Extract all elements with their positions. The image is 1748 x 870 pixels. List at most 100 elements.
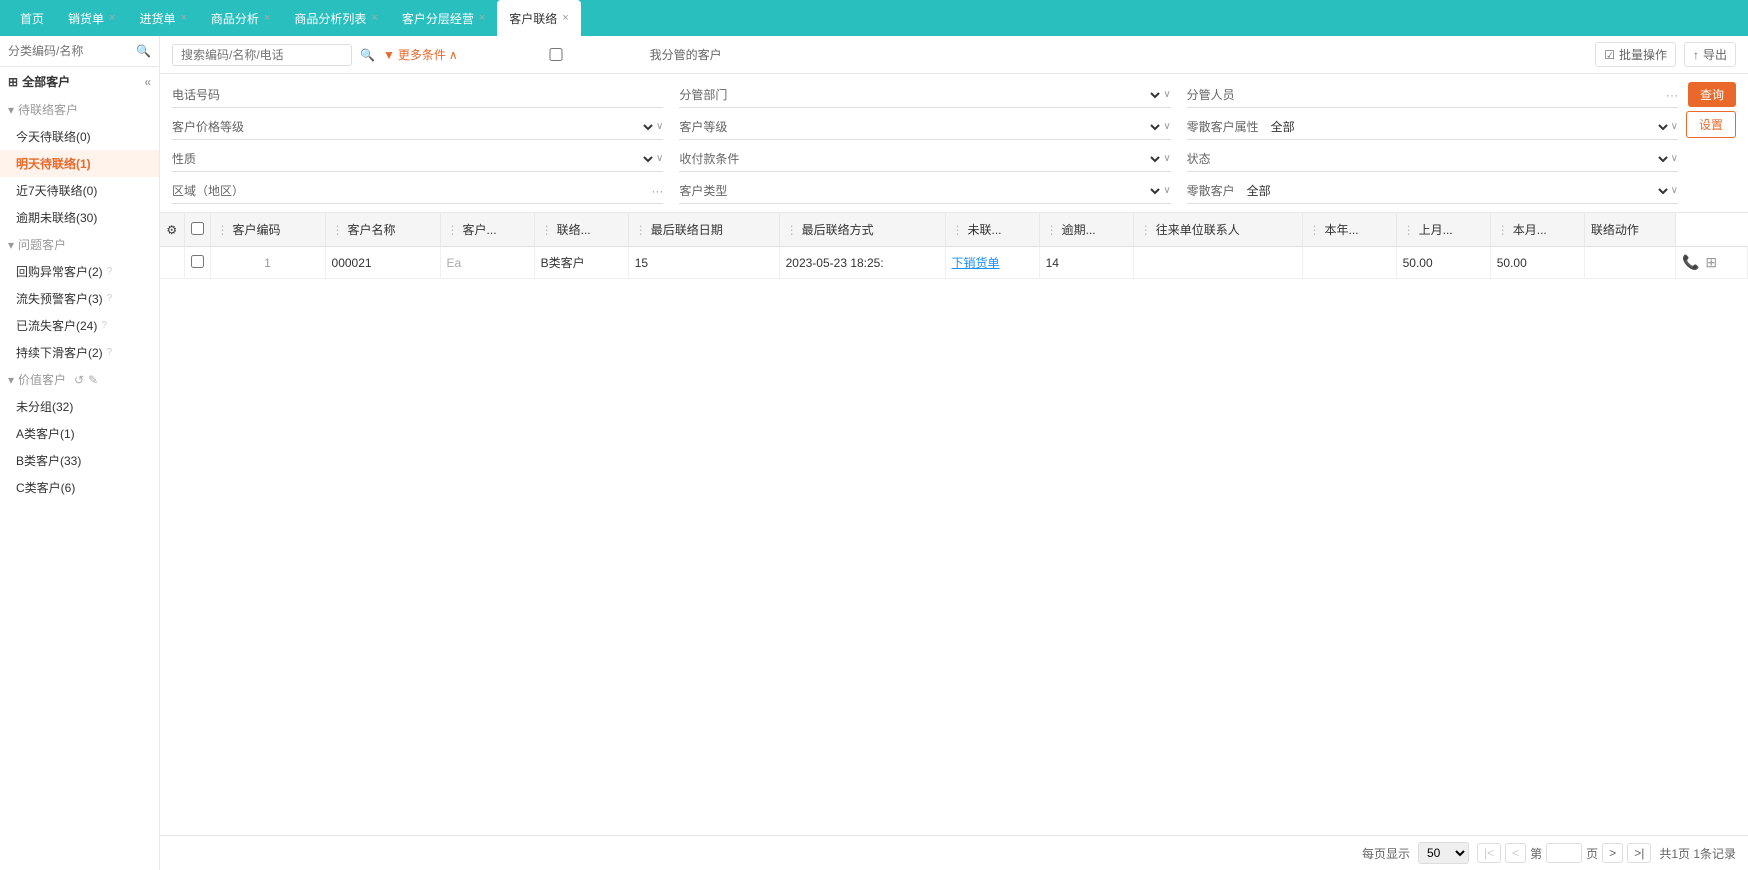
row-checkbox[interactable]: [191, 255, 204, 268]
sidebar-item-overdue[interactable]: 逾期未联络(30): [0, 204, 159, 231]
filter-retail-attr-select[interactable]: 全部: [1267, 119, 1671, 135]
filter-status-label: 状态: [1187, 150, 1211, 167]
sidebar-search-input[interactable]: [8, 44, 132, 58]
close-icon[interactable]: ×: [371, 12, 377, 24]
nav-customer-layer[interactable]: 客户分层经营 ×: [390, 0, 497, 36]
filter-customer-grade-select[interactable]: [735, 119, 1163, 135]
search-icon[interactable]: 🔍: [360, 48, 375, 62]
sidebar-search-icon[interactable]: 🔍: [136, 44, 151, 58]
row-unit-contact: [1302, 247, 1396, 279]
sidebar-collapse-icon[interactable]: «: [144, 75, 151, 89]
filter-status-select[interactable]: [1219, 151, 1671, 167]
sidebar-all-customers[interactable]: ⊞ 全部客户 «: [0, 67, 159, 96]
last-method-link[interactable]: 下销货单: [952, 256, 1000, 270]
close-icon[interactable]: ×: [109, 12, 115, 24]
my-customers-checkbox-area: 我分管的客户: [466, 46, 722, 63]
filter-region-label: 区域（地区）: [172, 182, 244, 199]
arrow-down-icon: ▾: [8, 373, 14, 387]
page-input[interactable]: 1: [1546, 843, 1582, 863]
more-icon[interactable]: ···: [1666, 88, 1678, 102]
row-not-contacted: 14: [1039, 247, 1133, 279]
col-handle: ⋮: [541, 223, 553, 237]
hint-icon: ?: [107, 266, 113, 277]
row-actions-cell: 📞 ⊞: [1675, 247, 1747, 279]
contact-icon[interactable]: 📞: [1682, 254, 1699, 271]
col-handle: ⋮: [635, 223, 647, 237]
table-row: 1 000021 Ea B类客户 15 2023-05-23 18:25: 下销…: [160, 247, 1748, 279]
next-page-button[interactable]: >: [1602, 843, 1623, 863]
filter-customer-type-select[interactable]: [735, 183, 1163, 199]
last-page-button[interactable]: >|: [1627, 843, 1651, 863]
sidebar-item-tomorrow[interactable]: 明天待联络(1): [0, 150, 159, 177]
set-button[interactable]: 设置: [1686, 111, 1736, 138]
sidebar-item-today[interactable]: 今天待联络(0): [0, 123, 159, 150]
prev-page-button[interactable]: <: [1505, 843, 1526, 863]
col-handle: ⋮: [447, 223, 459, 237]
row-type: B类客户: [534, 247, 628, 279]
top-nav: 首页 销货单 × 进货单 × 商品分析 × 商品分析列表 × 客户分层经营 × …: [0, 0, 1748, 36]
col-this-year: ⋮本年...: [1302, 213, 1396, 247]
filter-row-1: 电话号码 分管部门 ∨ 分管人员: [172, 82, 1678, 108]
nav-purchase[interactable]: 进货单 ×: [127, 0, 198, 36]
filter-nature-select[interactable]: [204, 151, 656, 167]
chevron-down-icon: ∨: [656, 153, 663, 164]
sidebar-problem-group: ▾ 问题客户: [0, 231, 159, 258]
filter-price-grade-select[interactable]: [252, 119, 656, 135]
close-icon[interactable]: ×: [180, 12, 186, 24]
nav-sales[interactable]: 销货单 ×: [56, 0, 127, 36]
sidebar-item-b-class[interactable]: B类客户(33): [0, 447, 159, 474]
my-customers-checkbox[interactable]: [466, 48, 646, 61]
export-button[interactable]: ↑ 导出: [1684, 42, 1736, 67]
sidebar-item-repurchase-abnormal[interactable]: 回购异常客户(2) ?: [0, 258, 159, 285]
sidebar-item-declining[interactable]: 持续下滑客户(2) ?: [0, 339, 159, 366]
search-bar: 🔍 ▼ 更多条件 ∧ 我分管的客户 ☑ 批量操作 ↑ 导出: [160, 36, 1748, 74]
arrow-down-icon: ▾: [8, 238, 14, 252]
filter-department-select[interactable]: [735, 87, 1163, 103]
checkbox-icon: ☑: [1604, 48, 1615, 62]
more-icon[interactable]: ···: [651, 184, 663, 198]
nav-product-analysis[interactable]: 商品分析 ×: [199, 0, 282, 36]
filter-payment-select[interactable]: [747, 151, 1163, 167]
filter-payment: 收付款条件 ∨: [679, 146, 1170, 172]
more-filter-button[interactable]: ▼ 更多条件 ∧: [383, 46, 458, 63]
more-action-icon[interactable]: ⊞: [1705, 254, 1717, 271]
col-handle: ⋮: [217, 223, 229, 237]
nav-home[interactable]: 首页: [8, 0, 56, 36]
sidebar-item-churn-warning[interactable]: 流失预警客户(3) ?: [0, 285, 159, 312]
col-handle: ⋮: [1403, 223, 1415, 237]
search-input[interactable]: [172, 44, 352, 66]
row-last-month: 50.00: [1490, 247, 1584, 279]
chevron-down-icon: ∨: [656, 121, 663, 132]
first-page-button[interactable]: |<: [1477, 843, 1501, 863]
close-icon[interactable]: ×: [562, 12, 568, 24]
sidebar-item-churned[interactable]: 已流失客户(24) ?: [0, 312, 159, 339]
col-overdue: ⋮逾期...: [1039, 213, 1133, 247]
select-all-checkbox[interactable]: [191, 222, 204, 235]
refresh-icon[interactable]: ↺: [74, 373, 84, 387]
edit-icon[interactable]: ✎: [88, 373, 98, 387]
batch-op-button[interactable]: ☑ 批量操作: [1595, 42, 1676, 67]
nav-product-list[interactable]: 商品分析列表 ×: [282, 0, 389, 36]
hint-icon: ?: [101, 320, 107, 331]
nav-customer-contact[interactable]: 客户联络 ×: [497, 0, 580, 36]
filter-retail-customer: 零散客户 全部 ∨: [1187, 178, 1678, 204]
filter-retail-attr: 零散客户属性 全部 ∨: [1187, 114, 1678, 140]
chevron-down-icon: ∨: [1163, 185, 1170, 196]
query-button[interactable]: 查询: [1688, 82, 1736, 107]
close-icon[interactable]: ×: [264, 12, 270, 24]
sidebar-item-7days[interactable]: 近7天待联络(0): [0, 177, 159, 204]
filter-payment-label: 收付款条件: [679, 150, 739, 167]
per-page-select[interactable]: 50 100: [1418, 842, 1469, 864]
close-icon[interactable]: ×: [479, 12, 485, 24]
col-unit-contact: ⋮往来单位联系人: [1133, 213, 1302, 247]
sidebar-item-ungrouped[interactable]: 未分组(32): [0, 393, 159, 420]
col-settings[interactable]: ⚙: [160, 213, 184, 247]
filter-retail-customer-select[interactable]: 全部: [1243, 183, 1671, 199]
total-info: 共1页 1条记录: [1659, 845, 1736, 862]
sidebar-item-a-class[interactable]: A类客户(1): [0, 420, 159, 447]
col-handle: ⋮: [332, 223, 344, 237]
filter-phone-input[interactable]: [228, 88, 663, 102]
sidebar-item-c-class[interactable]: C类客户(6): [0, 474, 159, 501]
table-header-row: ⚙ ⋮客户编码 ⋮客户名称 ⋮客户... ⋮联络... ⋮最后联络日期 ⋮最后联…: [160, 213, 1748, 247]
arrow-down-icon: ▾: [8, 103, 14, 117]
